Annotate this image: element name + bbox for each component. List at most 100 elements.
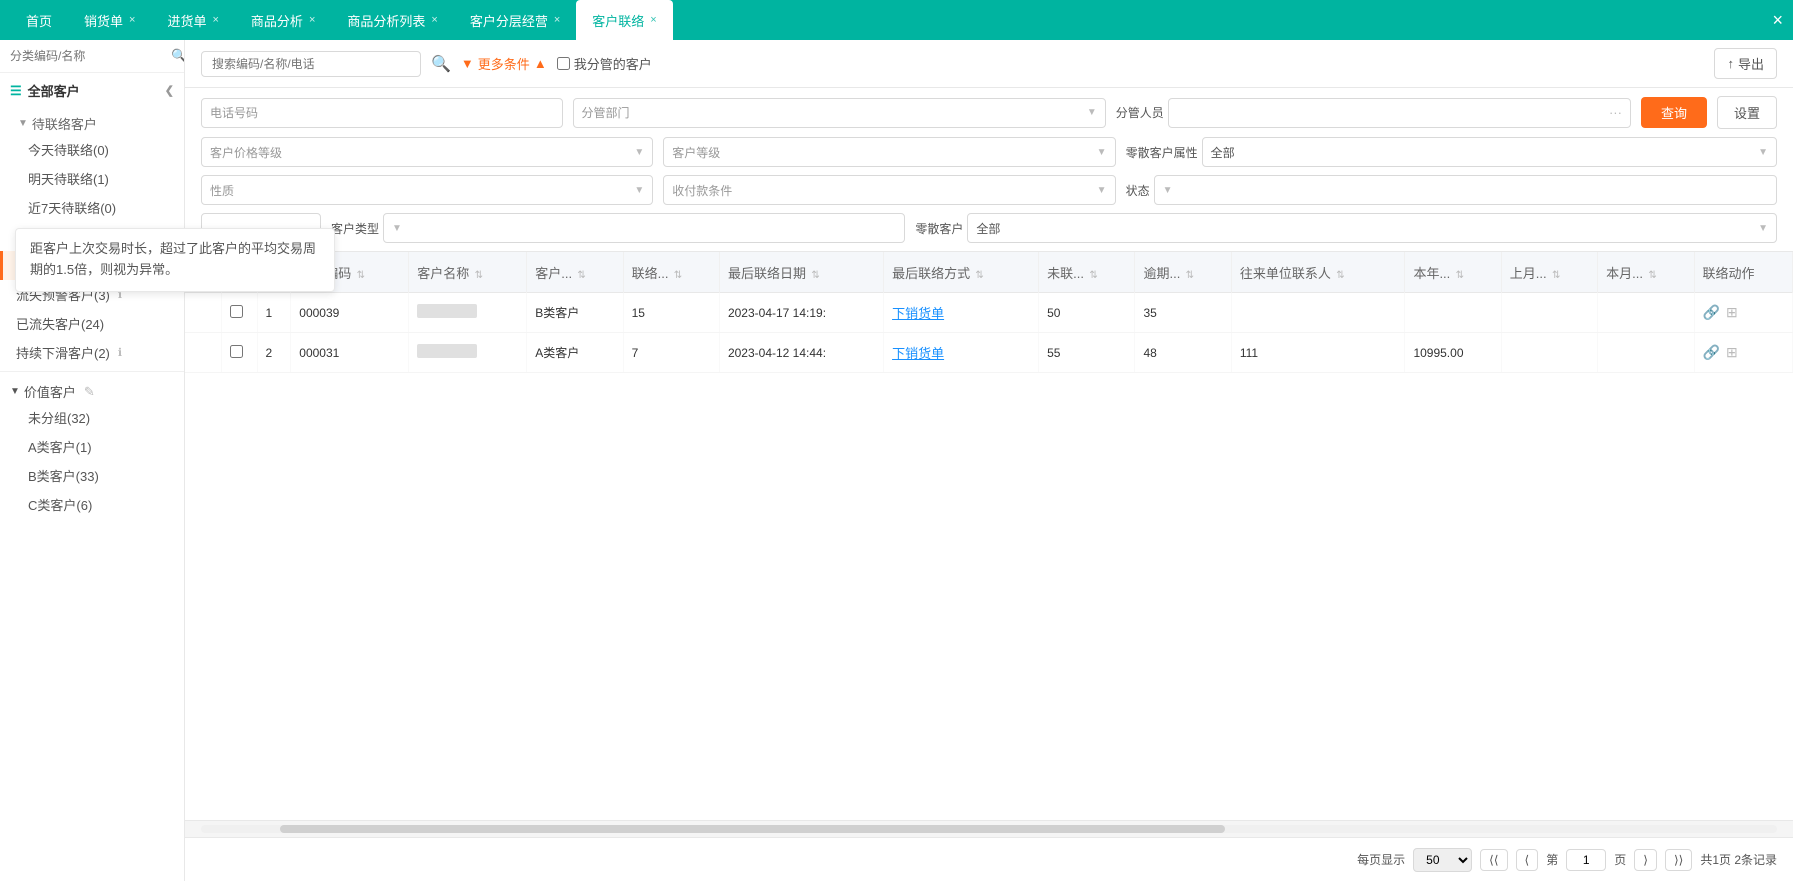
sidebar-item-today-pending[interactable]: 今天待联络(0) (0, 135, 184, 164)
pending-group-header[interactable]: ▼ 待联络客户 (0, 108, 184, 135)
payment-filter[interactable]: 收付款条件 ▼ (663, 175, 1115, 205)
search-button[interactable]: 🔍 (431, 54, 451, 74)
page-label-after: 页 (1614, 851, 1626, 868)
sidebar-item-already-lost[interactable]: 已流失客户(24) (0, 309, 184, 338)
prev-page-button[interactable]: ⟨ (1516, 849, 1539, 871)
row1-settings (185, 293, 221, 333)
my-customer-checkbox[interactable] (557, 57, 570, 70)
last-page-button[interactable]: ⟩⟩ (1665, 849, 1692, 871)
tooltip-overlay: 距客户上次交易时长，超过了此客户的平均交易周期的1.5倍，则视为异常。 (185, 228, 335, 292)
row1-last-month (1501, 293, 1597, 333)
col-this-year[interactable]: 本年... ⇅ (1405, 252, 1501, 293)
retail-attr-filter[interactable]: 全部 ▼ (1202, 137, 1777, 167)
col-type[interactable]: 客户... ⇅ (527, 252, 623, 293)
page-number-input[interactable] (1566, 849, 1606, 871)
col-last-month[interactable]: 上月... ⇅ (1501, 252, 1597, 293)
value-group-edit-icon[interactable]: ✎ (84, 384, 95, 400)
total-records-label: 共1页 2条记录 (1700, 851, 1777, 868)
code-sort-icon: ⇅ (357, 270, 365, 281)
sidebar-item-declining[interactable]: 持续下滑客户(2) ℹ (0, 338, 184, 367)
contact-count-sort-icon: ⇅ (674, 270, 682, 281)
row2-select-checkbox[interactable] (230, 345, 243, 358)
sidebar-item-c-class[interactable]: C类客户(6) (0, 490, 184, 519)
col-last-contact-date[interactable]: 最后联络日期 ⇅ (719, 252, 883, 293)
manager-filter-container: 分管人员 ··· (1116, 98, 1631, 128)
more-conditions-button[interactable]: ▼ 更多条件 ▲ (461, 54, 547, 73)
nav-tab-analysis[interactable]: 商品分析 × (235, 0, 331, 40)
first-page-button[interactable]: ⟨⟨ (1480, 849, 1507, 871)
search-input[interactable] (201, 51, 421, 77)
customers-table: ⚙ 客户编码 ⇅ 客户名称 ⇅ (185, 252, 1793, 373)
row1-last-contact-method[interactable]: 下销货单 (884, 293, 1039, 333)
row2-index: 2 (257, 333, 291, 373)
nav-tab-analysis-list[interactable]: 商品分析列表 × (331, 0, 453, 40)
export-button[interactable]: ↑ 导出 (1714, 48, 1777, 79)
row2-last-contact-method[interactable]: 下销货单 (884, 333, 1039, 373)
price-level-filter[interactable]: 客户价格等级 ▼ (201, 137, 653, 167)
col-contact-count[interactable]: 联络... ⇅ (623, 252, 719, 293)
customer-type-filter[interactable]: ▼ (383, 213, 905, 243)
row1-name (409, 293, 527, 333)
row1-link-icon[interactable]: 🔗 (1703, 304, 1720, 321)
row2-link-icon[interactable]: 🔗 (1703, 344, 1720, 361)
col-overdue[interactable]: 逾期... ⇅ (1135, 252, 1231, 293)
row1-checkbox[interactable] (221, 293, 257, 333)
nav-tab-purchase[interactable]: 进货单 × (151, 0, 234, 40)
nav-tab-sales[interactable]: 销货单 × (68, 0, 151, 40)
sidebar-search-input[interactable] (10, 49, 165, 63)
table-row: 2 000031 A类客户 7 2023-04-12 14:44: 下销货单 5… (185, 333, 1793, 373)
sidebar-divider (0, 371, 184, 372)
row1-this-year (1405, 293, 1501, 333)
dept-filter[interactable]: 分管部门 ▼ (573, 98, 1106, 128)
close-sales-icon[interactable]: × (129, 14, 135, 26)
close-customer-contact-icon[interactable]: × (650, 14, 656, 26)
retail-customer-filter[interactable]: 全部 ▼ (967, 213, 1777, 243)
col-not-contact[interactable]: 未联... ⇅ (1039, 252, 1135, 293)
value-group-header[interactable]: ▼ 价值客户 ✎ (0, 376, 184, 403)
close-purchase-icon[interactable]: × (212, 14, 218, 26)
gender-filter[interactable]: 性质 ▼ (201, 175, 653, 205)
dept-arrow-icon: ▼ (1087, 107, 1097, 118)
window-close-button[interactable]: × (1772, 10, 1783, 31)
next-page-button[interactable]: ⟩ (1634, 849, 1657, 871)
sidebar-search-container: 🔍 (0, 40, 184, 73)
horizontal-scrollbar-thumb[interactable] (280, 825, 1226, 833)
row2-settings (185, 333, 221, 373)
row2-checkbox[interactable] (221, 333, 257, 373)
row2-not-contact: 55 (1039, 333, 1135, 373)
row1-grid-icon[interactable]: ⊞ (1726, 304, 1738, 321)
close-customer-seg-icon[interactable]: × (554, 14, 560, 26)
all-customers-header[interactable]: ☰ 全部客户 ❮ (0, 73, 184, 108)
sidebar-search-icon[interactable]: 🔍 (171, 48, 185, 64)
top-navigation: 首页 销货单 × 进货单 × 商品分析 × 商品分析列表 × 客户分层经营 × … (0, 0, 1793, 40)
horizontal-scrollbar-track[interactable] (201, 825, 1777, 833)
phone-filter[interactable]: 电话号码 (201, 98, 563, 128)
setting-button[interactable]: 设置 (1717, 96, 1777, 129)
status-filter[interactable]: ▼ (1154, 175, 1777, 205)
row1-select-checkbox[interactable] (230, 305, 243, 318)
close-analysis-list-icon[interactable]: × (431, 14, 437, 26)
close-analysis-icon[interactable]: × (309, 14, 315, 26)
nav-tab-customer-contact[interactable]: 客户联络 × (576, 0, 672, 40)
row2-last-month (1501, 333, 1597, 373)
sidebar-item-7day-pending[interactable]: 近7天待联络(0) (0, 193, 184, 222)
row2-grid-icon[interactable]: ⊞ (1726, 344, 1738, 361)
col-name[interactable]: 客户名称 ⇅ (409, 252, 527, 293)
sidebar-item-a-class[interactable]: A类客户(1) (0, 432, 184, 461)
payment-arrow-icon: ▼ (1097, 185, 1107, 196)
customer-level-filter[interactable]: 客户等级 ▼ (663, 137, 1115, 167)
my-customer-checkbox-label[interactable]: 我分管的客户 (557, 54, 652, 73)
manager-filter[interactable]: ··· (1168, 98, 1631, 128)
row2-overdue: 48 (1135, 333, 1231, 373)
sidebar-item-ungroup[interactable]: 未分组(32) (0, 403, 184, 432)
sidebar-item-tomorrow-pending[interactable]: 明天待联络(1) (0, 164, 184, 193)
sidebar-item-b-class[interactable]: B类客户(33) (0, 461, 184, 490)
per-page-select[interactable]: 50 10 20 100 (1413, 848, 1472, 872)
col-last-contact-method[interactable]: 最后联络方式 ⇅ (884, 252, 1039, 293)
col-this-month[interactable]: 本月... ⇅ (1598, 252, 1694, 293)
col-unit-contacts[interactable]: 往来单位联系人 ⇅ (1231, 252, 1405, 293)
query-button[interactable]: 查询 (1641, 97, 1707, 128)
nav-tab-customer-seg[interactable]: 客户分层经营 × (454, 0, 576, 40)
collapse-sidebar-icon[interactable]: ❮ (165, 84, 174, 97)
nav-tab-home[interactable]: 首页 (10, 0, 68, 40)
